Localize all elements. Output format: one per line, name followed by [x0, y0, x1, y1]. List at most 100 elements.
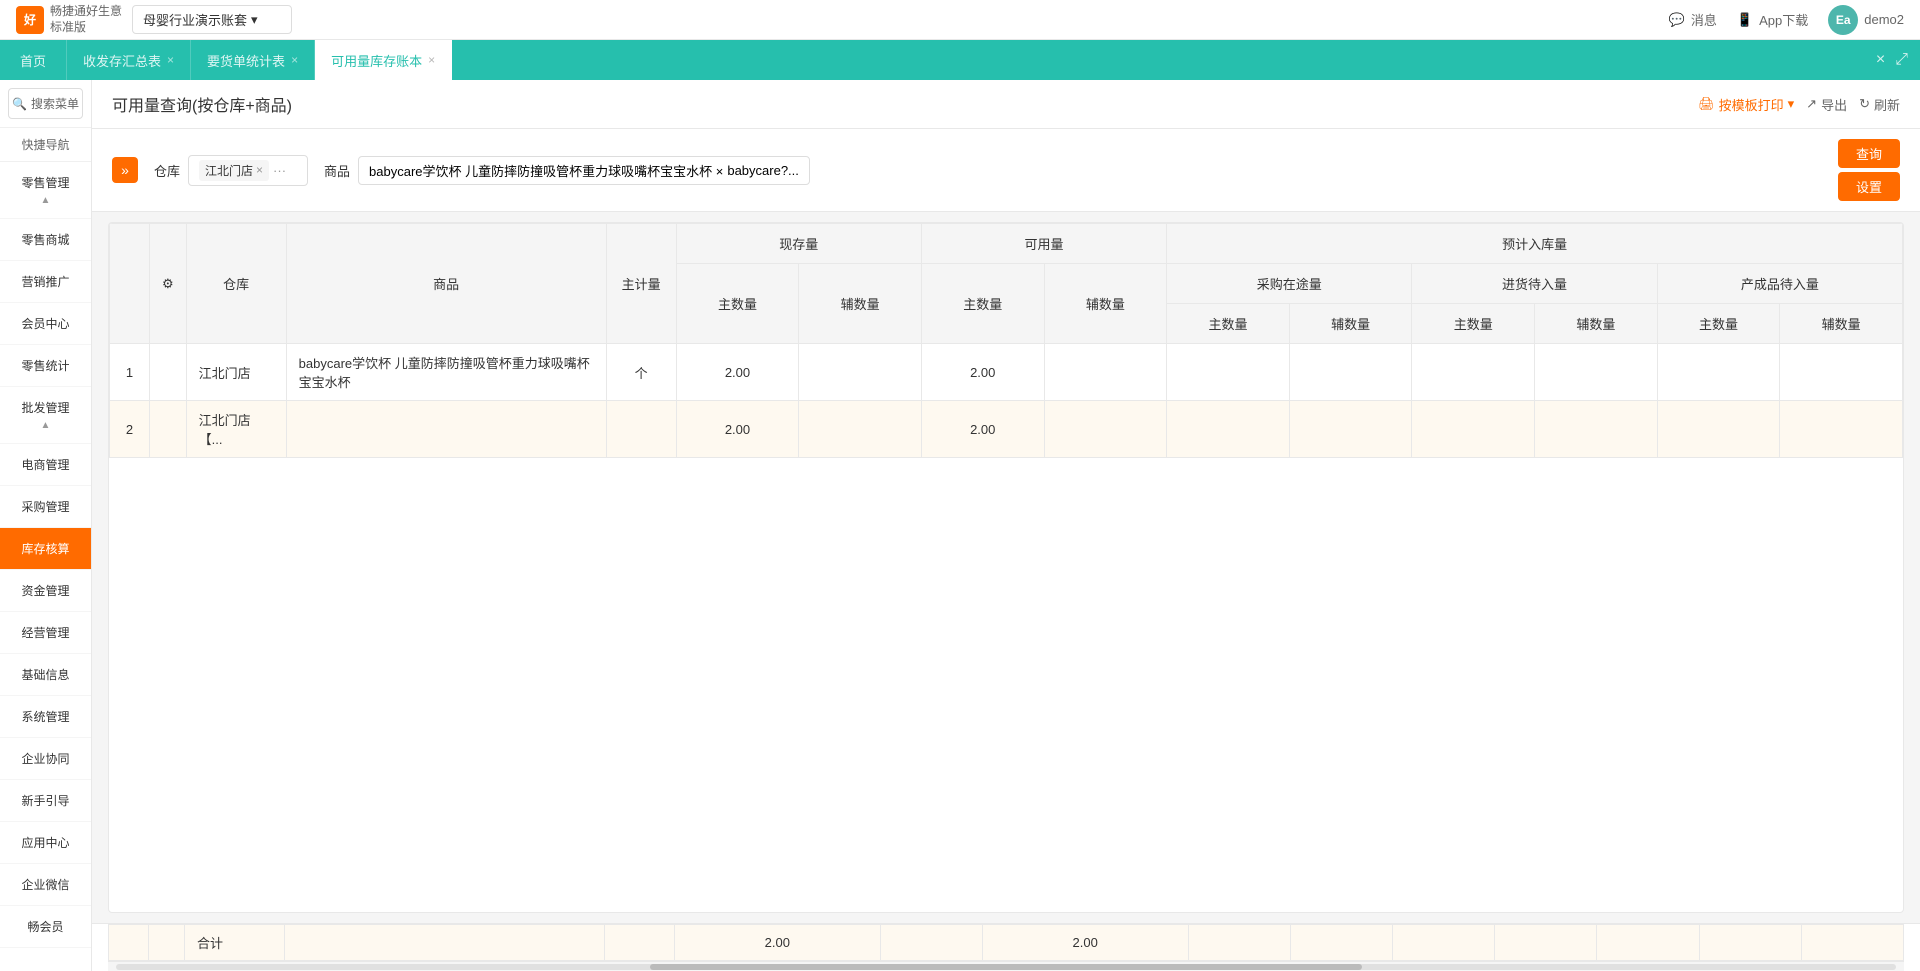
product-filter-group: 商品 babycare学饮杯 儿童防摔防撞吸管杯重力球吸嘴杯宝宝水杯 × bab…: [324, 156, 810, 185]
remove-warehouse-icon[interactable]: ×: [256, 163, 263, 177]
remove-product1-icon[interactable]: ×: [716, 164, 724, 179]
sidebar-item-new-guide[interactable]: 新手引导: [0, 780, 91, 822]
tab-order-stats[interactable]: 要货单统计表 ×: [191, 40, 315, 80]
total-empty: [109, 925, 149, 961]
total-pur2: [1392, 925, 1494, 961]
logo-area: 好 畅捷通好生意 标准版: [16, 4, 122, 35]
more-options-icon[interactable]: ···: [273, 163, 286, 178]
total-goods1: [1495, 925, 1597, 961]
th-goods-pending-group: 进货待入量: [1412, 264, 1657, 304]
sidebar-item-enterprise-collab[interactable]: 企业协同: [0, 738, 91, 780]
warehouse-tag: 江北门店 ×: [199, 160, 269, 181]
chevron-down-icon: ▾: [1788, 96, 1795, 112]
total-avail-main: 2.00: [982, 925, 1188, 961]
content-area: 可用量查询(按仓库+商品) 🖨 按模板打印 ▾ ↗ 导出 ↻ 刷新: [92, 80, 1920, 971]
sidebar-item-finance[interactable]: 资金管理: [0, 570, 91, 612]
tab-receive-summary[interactable]: 收发存汇总表 ×: [67, 40, 191, 80]
product-tag-2: babycare?...: [727, 163, 799, 178]
warehouse-label: 仓库: [154, 161, 180, 180]
data-table: ⚙ 仓库 商品 主计量 现存量 可用量 预计入库量 主数量 辅数量 主数量 辅数…: [109, 223, 1903, 458]
tab-available-stock[interactable]: 可用量库存账本 ×: [315, 40, 452, 80]
top-bar-left: 好 畅捷通好生意 标准版 母婴行业演示账套 ▾: [16, 4, 292, 35]
product-input[interactable]: babycare学饮杯 儿童防摔防撞吸管杯重力球吸嘴杯宝宝水杯 × babyca…: [358, 156, 810, 185]
sidebar-item-app-center[interactable]: 应用中心: [0, 822, 91, 864]
scrollbar-thumb[interactable]: [650, 964, 1362, 970]
expand-icon: ▲: [41, 195, 51, 206]
total-stock-aux: [880, 925, 982, 961]
search-menu-btn[interactable]: 🔍 搜索菜单: [8, 88, 83, 119]
th-goods-pending-aux: 辅数量: [1535, 304, 1658, 344]
logo-text: 畅捷通好生意 标准版: [50, 4, 122, 35]
logo-icon: 好: [16, 6, 44, 34]
user-profile[interactable]: Ea demo2: [1828, 5, 1904, 35]
scrollbar-track[interactable]: [116, 964, 1896, 970]
chevron-down-icon: ▾: [251, 12, 258, 28]
cell-stock-main: 2.00: [676, 344, 799, 401]
sidebar-item-wholesale[interactable]: 批发管理 ▲: [0, 387, 91, 444]
app-download-btn[interactable]: 📱 App下载: [1737, 10, 1808, 29]
template-print-btn[interactable]: 🖨 按模板打印 ▾: [1698, 95, 1794, 114]
th-product: 商品: [286, 224, 606, 344]
cell-goods-pending-aux: [1535, 401, 1658, 458]
sidebar-item-system[interactable]: 系统管理: [0, 696, 91, 738]
cell-prod-pending-main: [1657, 344, 1780, 401]
page-title: 可用量查询(按仓库+商品): [112, 92, 292, 116]
total-goods2: [1597, 925, 1699, 961]
table-row: 1 江北门店 babycare学饮杯 儿童防摔防撞吸管杯重力球吸嘴杯宝宝水杯 个…: [110, 344, 1903, 401]
th-settings: ⚙: [150, 224, 187, 344]
cell-avail-main: 2.00: [921, 344, 1044, 401]
account-dropdown[interactable]: 母婴行业演示账套 ▾: [132, 5, 292, 34]
query-button[interactable]: 查询: [1838, 139, 1900, 168]
th-main-unit: 主计量: [606, 224, 676, 344]
top-bar: 好 畅捷通好生意 标准版 母婴行业演示账套 ▾ 💬 消息 📱 App下载 Ea …: [0, 0, 1920, 40]
bottom-bar: 合计 2.00 2.00: [92, 923, 1920, 971]
refresh-btn[interactable]: ↻ 刷新: [1859, 95, 1900, 114]
export-btn[interactable]: ↗ 导出: [1806, 95, 1847, 114]
sidebar-item-members[interactable]: 会员中心: [0, 303, 91, 345]
th-stock-group: 现存量: [676, 224, 921, 264]
total-empty3: [285, 925, 605, 961]
sidebar-item-ecommerce[interactable]: 电商管理: [0, 444, 91, 486]
close-icon[interactable]: ×: [291, 53, 298, 67]
total-pur1: [1290, 925, 1392, 961]
tab-home[interactable]: 首页: [0, 40, 67, 80]
close-window-btn[interactable]: ×: [1876, 51, 1885, 69]
message-btn[interactable]: 💬 消息: [1669, 10, 1717, 29]
cell-avail-main: 2.00: [921, 401, 1044, 458]
th-warehouse: 仓库: [186, 224, 286, 344]
th-prod-pending-aux: 辅数量: [1780, 304, 1903, 344]
cell-prod-pending-aux: [1780, 401, 1903, 458]
cell-product: [286, 401, 606, 458]
total-empty2: [149, 925, 185, 961]
sidebar-item-retail-stats[interactable]: 零售统计: [0, 345, 91, 387]
settings-button[interactable]: 设置: [1838, 172, 1900, 201]
settings-icon[interactable]: ⚙: [162, 276, 174, 291]
quick-nav-btn[interactable]: 快捷导航: [0, 128, 91, 162]
warehouse-input[interactable]: 江北门店 × ···: [188, 155, 308, 186]
sidebar-item-member-vip[interactable]: 畅会员: [0, 906, 91, 948]
sidebar-item-basic-info[interactable]: 基础信息: [0, 654, 91, 696]
expand-filter-btn[interactable]: »: [112, 157, 138, 183]
sidebar-item-retail-mall[interactable]: 零售商城: [0, 219, 91, 261]
close-icon[interactable]: ×: [428, 53, 435, 67]
refresh-icon: ↻: [1859, 96, 1870, 112]
print-icon: 🖨: [1698, 96, 1715, 112]
main-layout: 🔍 搜索菜单 快捷导航 零售管理 ▲ 零售商城 营销推广 会员中心 零售统计 批…: [0, 80, 1920, 971]
close-icon[interactable]: ×: [167, 53, 174, 67]
th-avail-main: 主数量: [921, 264, 1044, 344]
sidebar-item-purchase[interactable]: 采购管理: [0, 486, 91, 528]
th-expected-in-group: 预计入库量: [1167, 224, 1903, 264]
sidebar-item-retail-mgmt[interactable]: 零售管理 ▲: [0, 162, 91, 219]
window-controls: × ⤢: [1864, 40, 1920, 80]
th-prod-pending-main: 主数量: [1657, 304, 1780, 344]
cell-stock-aux: [799, 401, 922, 458]
sidebar-item-inventory[interactable]: 库存核算: [0, 528, 91, 570]
cell-avail-aux: [1044, 344, 1167, 401]
sidebar-item-operations[interactable]: 经营管理: [0, 612, 91, 654]
th-prod-pending-group: 产成品待入量: [1657, 264, 1902, 304]
sidebar-item-enterprise-wechat[interactable]: 企业微信: [0, 864, 91, 906]
th-available-group: 可用量: [921, 224, 1166, 264]
maximize-window-btn[interactable]: ⤢: [1895, 51, 1908, 69]
sidebar-item-marketing[interactable]: 营销推广: [0, 261, 91, 303]
total-unit: [605, 925, 675, 961]
